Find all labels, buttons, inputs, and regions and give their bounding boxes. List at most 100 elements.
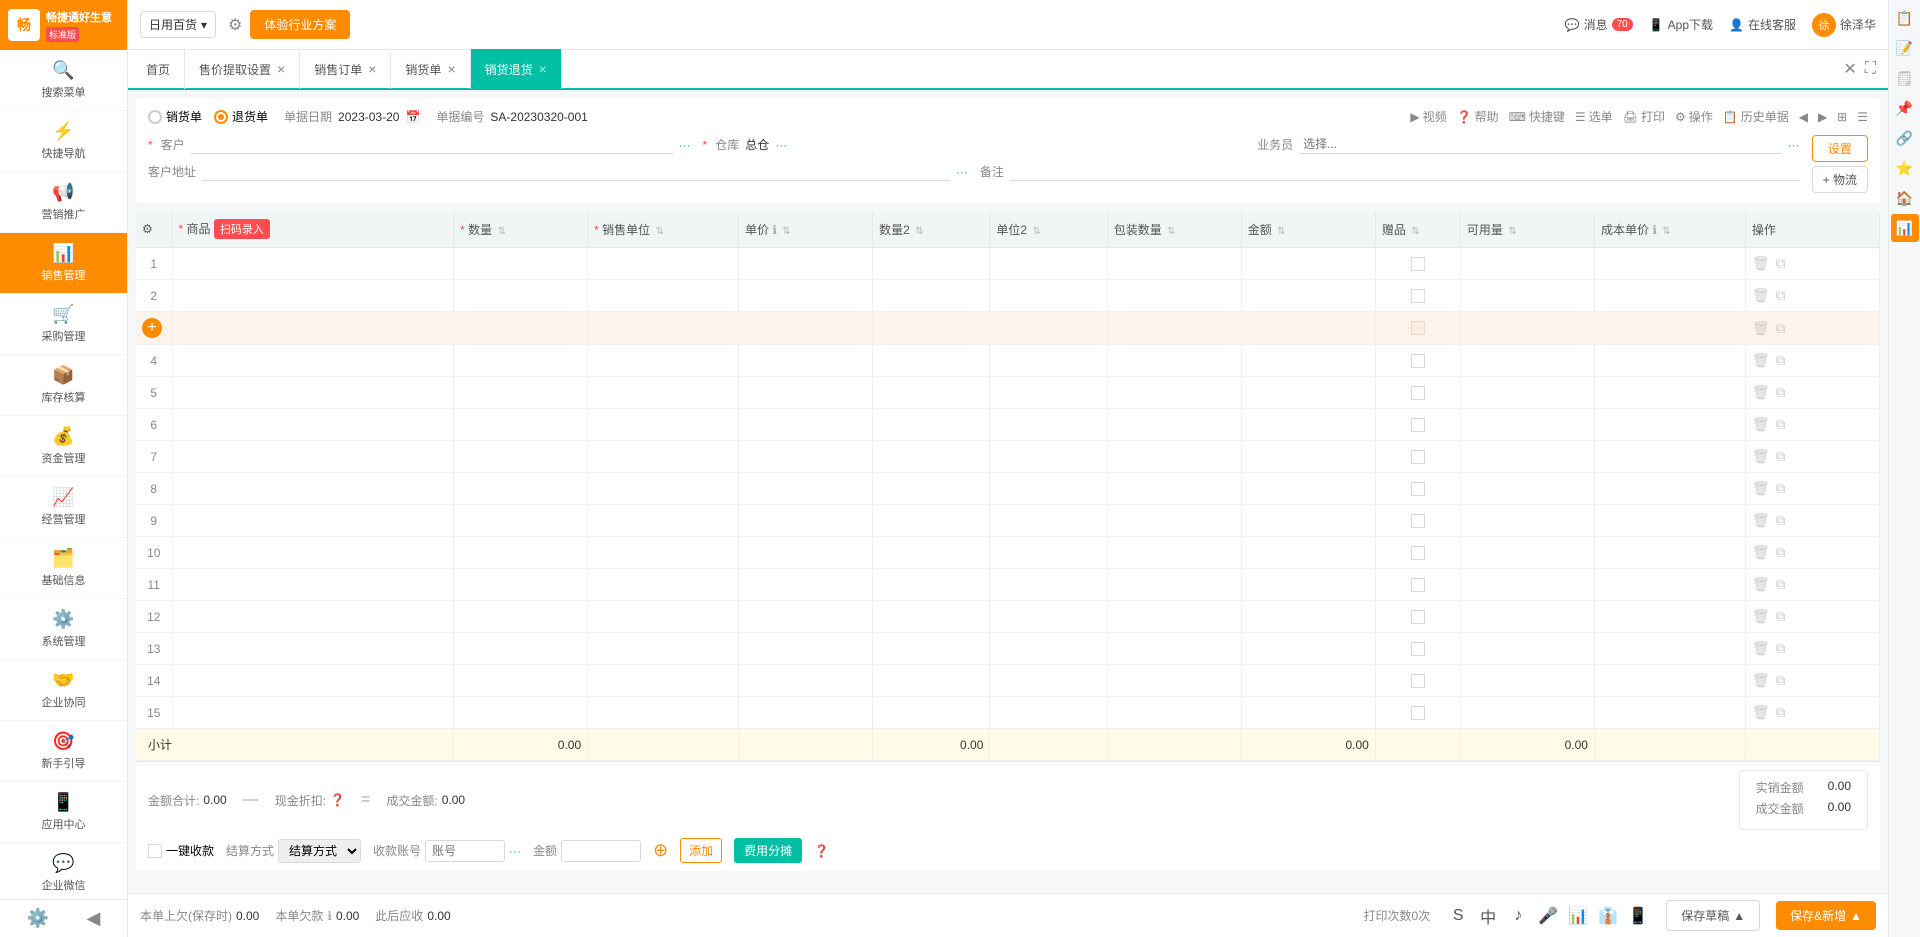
tab-sales-order[interactable]: 销售订单 × [300, 49, 391, 89]
sidebar-item-purchase[interactable]: 🛒 采购管理 [0, 294, 127, 355]
delete-icon-12[interactable]: 🗑 [1752, 608, 1770, 625]
sidebar-item-inventory[interactable]: 📦 库存核算 [0, 355, 127, 416]
copy-icon-6[interactable]: ⧉ [1776, 416, 1786, 433]
product-cell-4[interactable] [172, 345, 454, 377]
tab-price-close[interactable]: × [277, 61, 285, 77]
price-cell-1[interactable] [739, 248, 873, 280]
right-panel-icon-4[interactable]: 📌 [1891, 94, 1919, 122]
settings-btn[interactable]: 设置 [1812, 135, 1868, 162]
tab-home[interactable]: 首页 [132, 49, 185, 89]
toolbar-icon-4[interactable]: 🎤 [1536, 904, 1560, 928]
calendar-icon[interactable]: 📅 [405, 110, 420, 124]
sidebar-item-wechat[interactable]: 💬 企业微信 [0, 843, 127, 899]
gift-checkbox-1[interactable] [1411, 257, 1425, 271]
gift-checkbox-2[interactable] [1411, 289, 1425, 303]
pkg-cell-1[interactable] [1107, 248, 1241, 280]
one-key-payment[interactable]: 一键收款 [148, 842, 214, 859]
delete-icon-6[interactable]: 🗑 [1752, 416, 1770, 433]
unit2-cell-3[interactable] [990, 312, 1107, 345]
delete-icon-1[interactable]: 🗑 [1752, 255, 1770, 272]
copy-icon-3[interactable]: ⧉ [1776, 320, 1786, 337]
radio-sales[interactable]: 销货单 [148, 108, 202, 125]
qty-cell-1[interactable] [454, 248, 588, 280]
copy-icon-7[interactable]: ⧉ [1776, 448, 1786, 465]
available-cell-3[interactable] [1460, 312, 1594, 345]
delete-icon-7[interactable]: 🗑 [1752, 448, 1770, 465]
add-row-btn[interactable]: + [142, 318, 162, 338]
settlement-select[interactable]: 结算方式 [278, 839, 361, 863]
copy-icon-11[interactable]: ⧉ [1776, 576, 1786, 593]
right-panel-icon-1[interactable]: 📋 [1891, 4, 1919, 32]
amount-cell-3[interactable] [1241, 312, 1375, 345]
cost-cell-3[interactable] [1594, 312, 1745, 345]
unit-cell-3[interactable] [588, 312, 739, 345]
staff-dots[interactable]: ··· [1788, 138, 1800, 152]
tab-sales-return[interactable]: 销货退货 × [471, 49, 562, 89]
copy-icon-15[interactable]: ⧉ [1776, 704, 1786, 721]
unit-cell-2[interactable] [588, 280, 739, 312]
online-service-btn[interactable]: 👤 在线客服 [1729, 16, 1796, 33]
qty2-cell-1[interactable] [873, 248, 990, 280]
delete-icon-10[interactable]: 🗑 [1752, 544, 1770, 561]
tab-order-close[interactable]: × [368, 61, 376, 77]
sidebar-item-enterprise[interactable]: 🤝 企业协同 [0, 660, 127, 721]
copy-icon-8[interactable]: ⧉ [1776, 480, 1786, 497]
warehouse-dots[interactable]: ··· [775, 138, 787, 152]
sidebar-item-marketing[interactable]: 📢 营销推广 [0, 172, 127, 233]
industry-select[interactable]: 日用百货 ▾ [140, 11, 216, 38]
sidebar-item-system[interactable]: ⚙️ 系统管理 [0, 599, 127, 660]
sidebar-item-sales[interactable]: 📊 销售管理 [0, 233, 127, 294]
sidebar-collapse-icon[interactable]: ◀ [86, 908, 100, 929]
product-cell-1[interactable] [172, 248, 454, 280]
right-panel-icon-3[interactable]: 🗒 [1891, 64, 1919, 92]
amount-cell-1[interactable] [1241, 248, 1375, 280]
help-btn[interactable]: ❓ 帮助 [1457, 108, 1499, 125]
history-btn[interactable]: 📋 历史单据 [1723, 108, 1789, 125]
cost-cell-2[interactable] [1594, 280, 1745, 312]
product-input-3[interactable] [179, 321, 448, 335]
customer-dots[interactable]: ··· [679, 138, 691, 152]
delete-icon-8[interactable]: 🗑 [1752, 480, 1770, 497]
select-btn[interactable]: ☰ 选单 [1575, 108, 1613, 125]
unit2-cell-2[interactable] [990, 280, 1107, 312]
right-panel-icon-2[interactable]: 📝 [1891, 34, 1919, 62]
toolbar-icon-7[interactable]: 📱 [1626, 904, 1650, 928]
gift-cell-2[interactable] [1375, 280, 1460, 312]
delete-icon-4[interactable]: 🗑 [1752, 352, 1770, 369]
table-settings-icon[interactable]: ⚙ [142, 222, 153, 236]
delete-icon-3[interactable]: 🗑 [1752, 320, 1770, 337]
print-btn[interactable]: 🖨 打印 [1623, 108, 1665, 125]
pkg-cell-3[interactable] [1107, 312, 1241, 345]
sidebar-item-newbie[interactable]: 🎯 新手引导 [0, 721, 127, 782]
copy-icon-14[interactable]: ⧉ [1776, 672, 1786, 689]
gear-icon[interactable]: ⚙ [228, 15, 242, 35]
copy-icon-4[interactable]: ⧉ [1776, 352, 1786, 369]
qty2-cell-2[interactable] [873, 280, 990, 312]
gift-cell-1[interactable] [1375, 248, 1460, 280]
price-cell-2[interactable] [739, 280, 873, 312]
copy-icon-5[interactable]: ⧉ [1776, 384, 1786, 401]
operation-btn[interactable]: ⚙ 操作 [1675, 108, 1713, 125]
tab-return-close[interactable]: × [539, 61, 547, 77]
sidebar-item-search[interactable]: 🔍 搜索菜单 [0, 50, 127, 111]
delete-icon-15[interactable]: 🗑 [1752, 704, 1770, 721]
video-btn[interactable]: ▶ 视频 [1410, 108, 1446, 125]
copy-icon-12[interactable]: ⧉ [1776, 608, 1786, 625]
add-btn[interactable]: 添加 [680, 838, 722, 863]
message-btn[interactable]: 💬 消息 70 [1565, 16, 1633, 33]
toolbar-icon-5[interactable]: 📊 [1566, 904, 1590, 928]
copy-icon-10[interactable]: ⧉ [1776, 544, 1786, 561]
account-input[interactable] [425, 840, 505, 862]
sidebar-item-basic[interactable]: 🗂️ 基础信息 [0, 538, 127, 599]
amount-input[interactable] [561, 840, 641, 862]
sidebar-settings-icon[interactable]: ⚙️ [27, 908, 49, 929]
qty-cell-2[interactable] [454, 280, 588, 312]
sidebar-item-appstore[interactable]: 📱 应用中心 [0, 782, 127, 843]
user-menu[interactable]: 徐 徐泽华 [1812, 13, 1876, 37]
tab-price-settings[interactable]: 售价提取设置 × [185, 49, 300, 89]
payment-check[interactable] [148, 844, 162, 858]
sidebar-item-business[interactable]: 📈 经营管理 [0, 477, 127, 538]
qty-cell-3[interactable] [454, 312, 588, 345]
available-cell-1[interactable] [1460, 248, 1594, 280]
copy-icon-9[interactable]: ⧉ [1776, 512, 1786, 529]
